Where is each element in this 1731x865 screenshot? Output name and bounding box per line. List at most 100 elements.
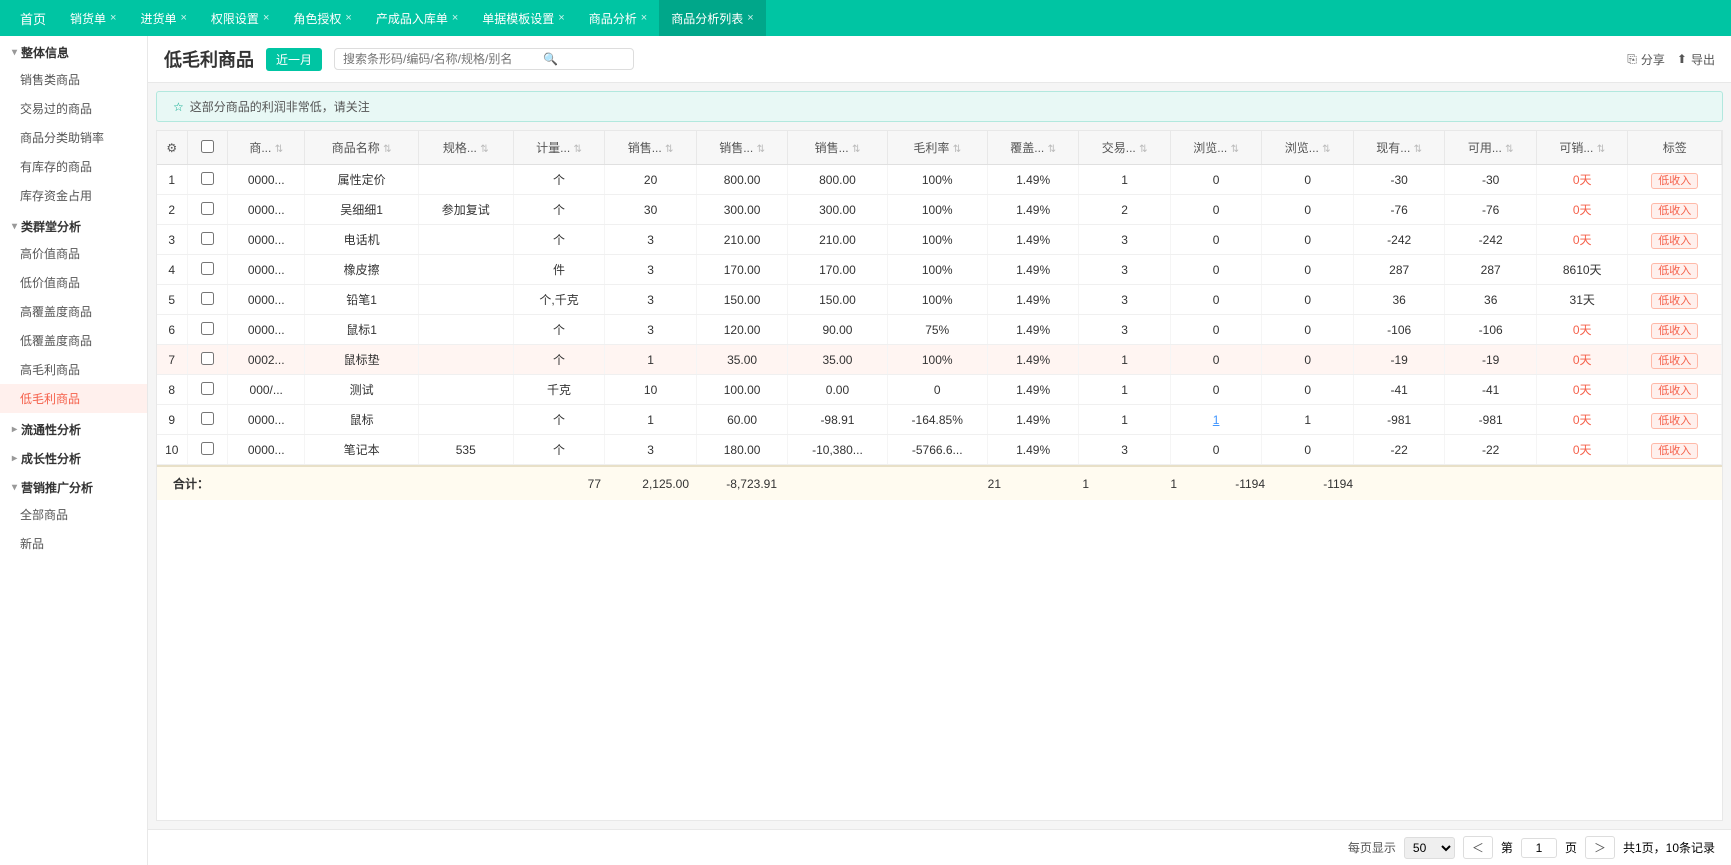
- search-icon[interactable]: 🔍: [543, 52, 558, 66]
- nav-item-analysis-list[interactable]: 商品分析列表 ×: [659, 0, 765, 36]
- row-checkbox[interactable]: [201, 232, 214, 245]
- th-sales-profit[interactable]: 销售... ⇅: [788, 131, 887, 165]
- page-number-input[interactable]: [1521, 838, 1557, 858]
- sidebar-item-sales-goods[interactable]: 销售类商品: [0, 65, 147, 94]
- sidebar-item-high-coverage[interactable]: 高覆盖度商品: [0, 297, 147, 326]
- nav-close-template[interactable]: ×: [558, 12, 564, 24]
- sidebar-group-overview[interactable]: ▾ 整体信息: [0, 36, 147, 65]
- row-checkbox[interactable]: [201, 442, 214, 455]
- th-sellable[interactable]: 可销... ⇅: [1536, 131, 1628, 165]
- th-code[interactable]: 商... ⇅: [228, 131, 305, 165]
- row-checkbox[interactable]: [201, 322, 214, 335]
- nav-close-analysis-list[interactable]: ×: [747, 12, 753, 24]
- sort-icon-unit: ⇅: [574, 144, 582, 155]
- nav-close-purchase[interactable]: ×: [180, 12, 186, 24]
- cell-checkbox[interactable]: [187, 435, 228, 465]
- cell-checkbox[interactable]: [187, 345, 228, 375]
- th-margin[interactable]: 毛利率 ⇅: [887, 131, 987, 165]
- views1-link[interactable]: 1: [1213, 413, 1220, 427]
- th-tag[interactable]: 标签: [1628, 131, 1722, 165]
- th-name[interactable]: 商品名称 ⇅: [305, 131, 418, 165]
- th-current-stock[interactable]: 现有... ⇅: [1353, 131, 1445, 165]
- th-available[interactable]: 可用... ⇅: [1445, 131, 1537, 165]
- select-all-checkbox[interactable]: [201, 140, 214, 153]
- nav-item-roles[interactable]: 角色授权 ×: [281, 0, 363, 36]
- footer-label: 合计：: [173, 475, 209, 492]
- tag-badge: 低收入: [1651, 383, 1698, 399]
- th-coverage[interactable]: 覆盖... ⇅: [987, 131, 1079, 165]
- cell-checkbox[interactable]: [187, 405, 228, 435]
- sort-icon-coverage: ⇅: [1048, 144, 1056, 155]
- sidebar-group-growth[interactable]: ▸ 成长性分析: [0, 442, 147, 471]
- th-unit[interactable]: 计量... ⇅: [513, 131, 605, 165]
- cell-views1[interactable]: 1: [1170, 405, 1262, 435]
- th-settings[interactable]: ⚙: [157, 131, 187, 165]
- th-checkbox[interactable]: [187, 131, 228, 165]
- cell-spec: [418, 285, 513, 315]
- th-views2[interactable]: 浏览... ⇅: [1262, 131, 1354, 165]
- cell-code: 0002...: [228, 345, 305, 375]
- cell-checkbox[interactable]: [187, 225, 228, 255]
- next-page-button[interactable]: ＞: [1585, 836, 1615, 859]
- sidebar-group-cluster[interactable]: ▾ 类群堂分析: [0, 210, 147, 239]
- nav-item-product-entry[interactable]: 产成品入库单 ×: [364, 0, 470, 36]
- sidebar-item-low-value[interactable]: 低价值商品: [0, 268, 147, 297]
- export-button[interactable]: ⬆ 导出: [1677, 51, 1715, 68]
- cell-checkbox[interactable]: [187, 195, 228, 225]
- nav-close-product-entry[interactable]: ×: [452, 12, 458, 24]
- sidebar-item-high-margin[interactable]: 高毛利商品: [0, 355, 147, 384]
- cell-checkbox[interactable]: [187, 165, 228, 195]
- row-checkbox[interactable]: [201, 262, 214, 275]
- cell-checkbox[interactable]: [187, 285, 228, 315]
- sidebar-item-category-rate[interactable]: 商品分类助销率: [0, 123, 147, 152]
- sidebar-item-stocked-goods[interactable]: 有库存的商品: [0, 152, 147, 181]
- nav-item-analysis[interactable]: 商品分析 ×: [577, 0, 659, 36]
- sidebar-item-low-coverage[interactable]: 低覆盖度商品: [0, 326, 147, 355]
- search-input[interactable]: [343, 52, 543, 66]
- nav-item-permissions[interactable]: 权限设置 ×: [199, 0, 281, 36]
- nav-item-purchase[interactable]: 进货单 ×: [128, 0, 198, 36]
- row-checkbox[interactable]: [201, 352, 214, 365]
- sidebar-item-all-goods[interactable]: 全部商品: [0, 500, 147, 529]
- sort-icon-views2: ⇅: [1322, 144, 1330, 155]
- sidebar-group-liquidity[interactable]: ▸ 流通性分析: [0, 413, 147, 442]
- sort-icon-views1: ⇅: [1231, 144, 1239, 155]
- th-trade[interactable]: 交易... ⇅: [1079, 131, 1171, 165]
- row-checkbox[interactable]: [201, 292, 214, 305]
- cell-current-stock: -242: [1353, 225, 1445, 255]
- cell-checkbox[interactable]: [187, 255, 228, 285]
- cell-sales-amt: 180.00: [696, 435, 788, 465]
- nav-item-home[interactable]: 首页: [8, 0, 58, 36]
- cell-views2: 1: [1262, 405, 1354, 435]
- row-checkbox[interactable]: [201, 382, 214, 395]
- sidebar-group-marketing[interactable]: ▾ 营销推广分析: [0, 471, 147, 500]
- sidebar-item-new-goods[interactable]: 新品: [0, 529, 147, 558]
- row-checkbox[interactable]: [201, 412, 214, 425]
- share-button[interactable]: ⎘ 分享: [1627, 51, 1665, 68]
- tag-badge: 低收入: [1651, 203, 1698, 219]
- th-sales-amt[interactable]: 销售... ⇅: [696, 131, 788, 165]
- filter-recent-month-button[interactable]: 近一月: [266, 48, 322, 71]
- th-views1[interactable]: 浏览... ⇅: [1170, 131, 1262, 165]
- cell-checkbox[interactable]: [187, 315, 228, 345]
- prev-page-button[interactable]: ＜: [1463, 836, 1493, 859]
- nav-close-roles[interactable]: ×: [345, 12, 351, 24]
- th-sales-qty[interactable]: 销售... ⇅: [605, 131, 697, 165]
- sidebar-item-traded-goods[interactable]: 交易过的商品: [0, 94, 147, 123]
- nav-close-sales[interactable]: ×: [110, 12, 116, 24]
- sidebar-item-low-margin[interactable]: 低毛利商品: [0, 384, 147, 413]
- sidebar-item-high-value[interactable]: 高价值商品: [0, 239, 147, 268]
- nav-close-analysis[interactable]: ×: [641, 12, 647, 24]
- row-checkbox[interactable]: [201, 202, 214, 215]
- cell-tag: 低收入: [1628, 375, 1722, 405]
- table-row: 5 0000... 铅笔1 个,千克 3 150.00 150.00 100% …: [157, 285, 1722, 315]
- nav-item-sales[interactable]: 销货单 ×: [58, 0, 128, 36]
- nav-item-template[interactable]: 单据模板设置 ×: [470, 0, 576, 36]
- row-checkbox[interactable]: [201, 172, 214, 185]
- sidebar-item-stock-capital[interactable]: 库存资金占用: [0, 181, 147, 210]
- cell-checkbox[interactable]: [187, 375, 228, 405]
- nav-close-permissions[interactable]: ×: [263, 12, 269, 24]
- page-size-select[interactable]: 50 100 200: [1404, 837, 1455, 859]
- th-spec[interactable]: 规格... ⇅: [418, 131, 513, 165]
- cell-sales-amt: 300.00: [696, 195, 788, 225]
